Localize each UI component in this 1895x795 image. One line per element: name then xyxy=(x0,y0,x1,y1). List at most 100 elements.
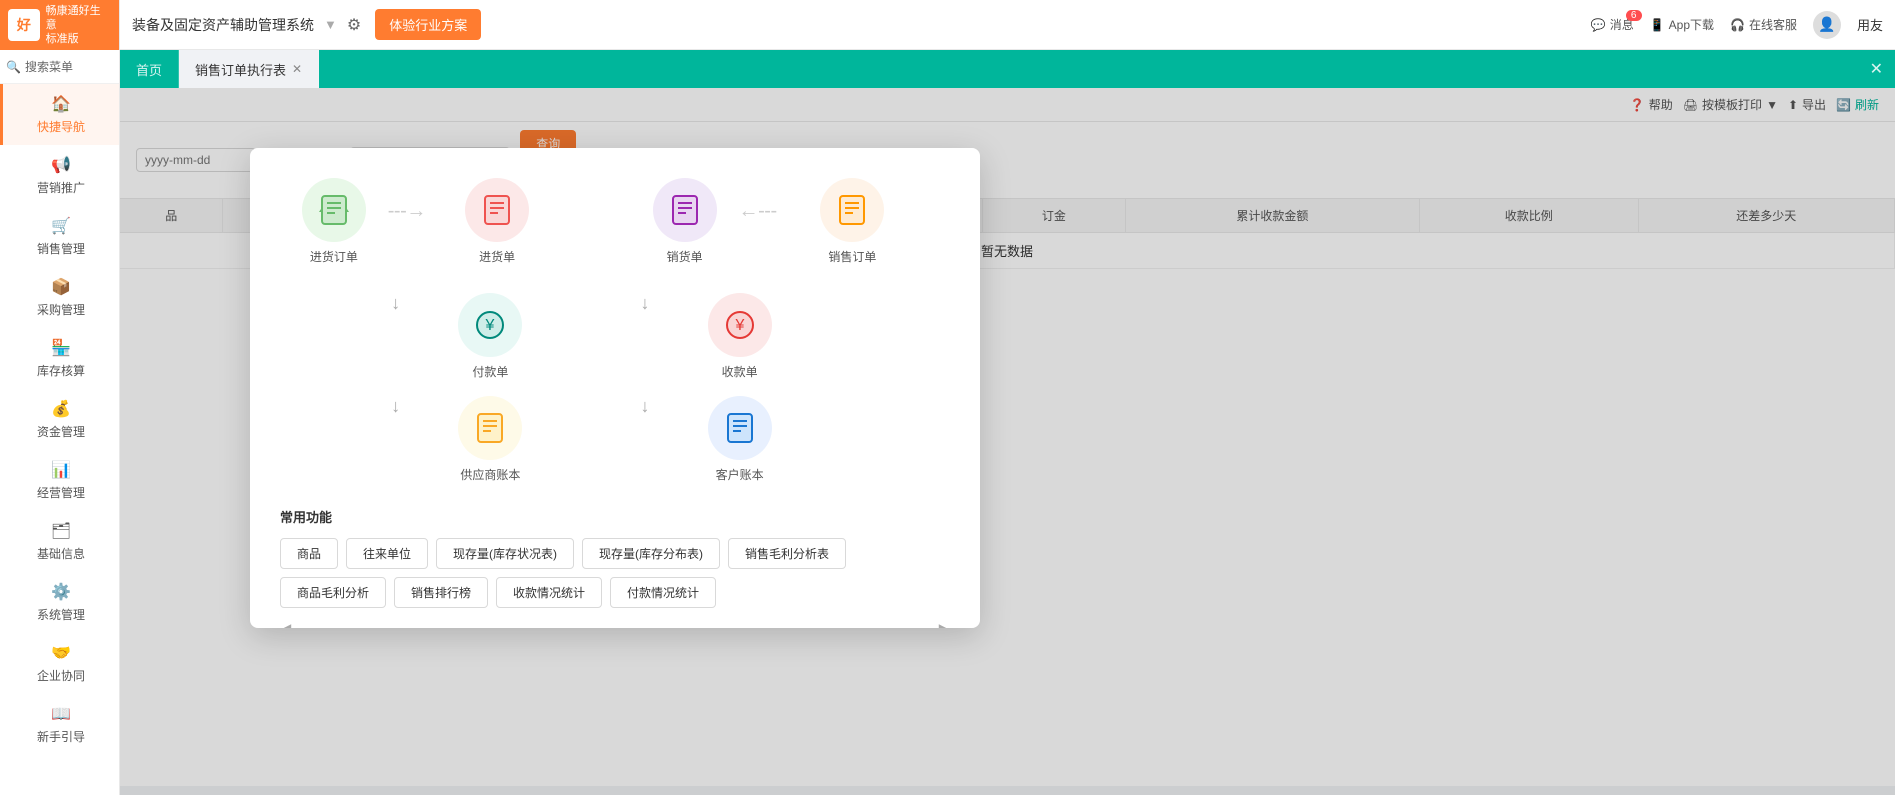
nav-label-finance: 资金管理 xyxy=(37,423,85,440)
wf-sales-order: 销售订单 xyxy=(799,178,907,265)
gear-icon[interactable]: ⚙ xyxy=(347,15,361,35)
tab-sales-order-label: 销售订单执行表 xyxy=(195,60,286,79)
quick-btns: 商品往来单位现存量(库存状况表) 现存量(库存分布表) 销售毛利分析表商品毛利分析销… xyxy=(280,538,950,608)
topbar-actions: 💬 消息 6 📱 App下载 🎧 在线客服 👤 用友 xyxy=(1591,11,1883,39)
payment-label: 付款单 xyxy=(472,363,508,380)
tab-close-icon[interactable]: ✕ xyxy=(292,62,302,76)
sidebar-item-basic[interactable]: 🗂 基础信息 xyxy=(0,511,119,572)
purchase-bill-label: 进货单 xyxy=(479,248,515,265)
customer-ledger-icon xyxy=(708,396,772,460)
nav-label-collab: 企业协同 xyxy=(37,667,85,684)
app-download-btn[interactable]: 📱 App下载 xyxy=(1650,16,1714,33)
nav-label-purchase: 采购管理 xyxy=(37,301,85,318)
svg-text:¥: ¥ xyxy=(485,317,495,334)
message-icon: 💬 xyxy=(1591,18,1606,32)
wf-purchase-bill: 进货单 xyxy=(467,178,527,265)
sidebar-item-operation[interactable]: 📊 经营管理 xyxy=(0,450,119,511)
arrow-po-pb: - - - → xyxy=(388,200,467,223)
app-icon: 📱 xyxy=(1650,18,1665,32)
tabbar-close-btn[interactable]: ✕ xyxy=(1858,50,1895,88)
payment-icon: ¥ xyxy=(458,293,522,357)
nav-label-basic: 基础信息 xyxy=(37,545,85,562)
sidebar-item-system[interactable]: ⚙️ 系统管理 xyxy=(0,572,119,633)
scroll-left-btn[interactable]: ◀ xyxy=(280,621,293,628)
topbar: 装备及固定资产辅助管理系统 ▼ ⚙ 体验行业方案 💬 消息 6 📱 App下载 … xyxy=(120,0,1895,50)
receipt-icon: ¥ xyxy=(708,293,772,357)
wf-supplier-ledger: 供应商账本 xyxy=(448,396,534,483)
nav-icon-operation: 📊 xyxy=(51,460,71,480)
supplier-ledger-icon xyxy=(458,396,522,460)
quick-btn-现存量(库存分布表)[interactable]: 现存量(库存分布表) xyxy=(582,538,720,569)
sidebar-search[interactable]: 🔍 搜索菜单 xyxy=(0,50,119,84)
quick-btn-现存量(库存状况表)[interactable]: 现存量(库存状况表) xyxy=(436,538,574,569)
nav-label-quick: 快捷导航 xyxy=(37,118,85,135)
search-icon: 🔍 xyxy=(6,60,21,74)
sidebar-item-quick[interactable]: 🏠 快捷导航 xyxy=(0,84,119,145)
popup-overlay: 进货订单 - - - → 进货单 xyxy=(120,88,1895,795)
nav-label-marketing: 营销推广 xyxy=(37,179,85,196)
service-btn[interactable]: 🎧 在线客服 xyxy=(1730,16,1797,33)
avatar: 👤 xyxy=(1813,11,1841,39)
wf-receipt: ¥ 收款单 xyxy=(697,293,783,380)
sidebar-logo: 好 畅康通好生意 标准版 xyxy=(0,0,119,50)
sidebar-item-guide[interactable]: 📖新手引导 xyxy=(0,694,119,755)
sidebar-item-collab[interactable]: 🤝 企业协同 xyxy=(0,633,119,694)
sales-order-label: 销售订单 xyxy=(828,248,876,265)
nav-label-system: 系统管理 xyxy=(37,606,85,623)
username[interactable]: 用友 xyxy=(1857,15,1883,34)
wf-payment: ¥ 付款单 xyxy=(448,293,534,380)
sidebar-item-purchase[interactable]: 📦 采购管理 xyxy=(0,267,119,328)
quick-btn-收款情况统计[interactable]: 收款情况统计 xyxy=(496,577,602,608)
scroll-right-btn[interactable]: ▶ xyxy=(937,621,950,628)
nav-icon-inventory: 🏪 xyxy=(51,338,71,358)
quick-btn-商品毛利分析[interactable]: 商品毛利分析 xyxy=(280,577,386,608)
sales-order-icon xyxy=(820,178,884,242)
tab-sales-order[interactable]: 销售订单执行表 ✕ xyxy=(179,50,319,88)
customer-ledger-label: 客户账本 xyxy=(716,466,764,483)
logo-text: 畅康通好生意 标准版 xyxy=(46,4,111,47)
receipt-label: 收款单 xyxy=(722,363,758,380)
nav-label-inventory: 库存核算 xyxy=(37,362,85,379)
message-badge: 6 xyxy=(1626,10,1642,21)
sidebar-item-sales[interactable]: 🛒 销售管理 xyxy=(0,206,119,267)
nav-icon-guide: 📖 xyxy=(51,704,71,724)
sidebar-item-inventory[interactable]: 🏪 库存核算 xyxy=(0,328,119,389)
nav-icon-marketing: 📢 xyxy=(51,155,71,175)
nav-icon-quick: 🏠 xyxy=(51,94,71,114)
nav-label-sales: 销售管理 xyxy=(37,240,85,257)
quick-btn-付款情况统计[interactable]: 付款情况统计 xyxy=(610,577,716,608)
sidebar-item-finance[interactable]: 💰资金管理 xyxy=(0,389,119,450)
sales-bill-label: 销货单 xyxy=(667,248,703,265)
nav-icon-purchase: 📦 xyxy=(51,277,71,297)
dropdown-icon[interactable]: ▼ xyxy=(324,17,337,32)
nav-icon-collab: 🤝 xyxy=(51,643,71,663)
quick-btn-销售毛利分析表[interactable]: 销售毛利分析表 xyxy=(728,538,846,569)
logo-icon: 好 xyxy=(8,9,40,41)
quick-btn-往来单位[interactable]: 往来单位 xyxy=(346,538,428,569)
popup-scrollbar-area: ◀ ▶ xyxy=(280,618,950,628)
nav-icon-system: ⚙️ xyxy=(51,582,71,602)
nav-label-operation: 经营管理 xyxy=(37,484,85,501)
nav-icon-sales: 🛒 xyxy=(51,216,71,236)
content-area: ❓ 帮助 🖨 按模板打印 ▼ ⬆ 导出 🔄 刷新 xyxy=(120,88,1895,795)
section-title: 常用功能 xyxy=(280,507,950,526)
wf-purchase-order: 进货订单 xyxy=(280,178,388,265)
purchase-bill-icon xyxy=(465,178,529,242)
sidebar-nav: 🏠 快捷导航 📢 营销推广 🛒 销售管理 📦 采购管理 🏪 库存核算 💰资金管理 📊 经营管理 🗂 基础信息… xyxy=(0,84,119,795)
tab-home[interactable]: 首页 xyxy=(120,50,179,88)
nav-icon-basic: 🗂 xyxy=(51,521,71,541)
popup: 进货订单 - - - → 进货单 xyxy=(250,148,980,628)
sidebar: 好 畅康通好生意 标准版 🔍 搜索菜单 🏠 快捷导航 📢 营销推广 🛒 销售管理 📦 采购管理… xyxy=(0,0,120,795)
sales-bill-icon xyxy=(653,178,717,242)
user-avatar[interactable]: 👤 xyxy=(1813,11,1841,39)
experience-btn[interactable]: 体验行业方案 xyxy=(375,9,481,40)
quick-btn-商品[interactable]: 商品 xyxy=(280,538,338,569)
message-btn[interactable]: 💬 消息 6 xyxy=(1591,16,1634,33)
sidebar-item-marketing[interactable]: 📢 营销推广 xyxy=(0,145,119,206)
quick-btn-销售排行榜[interactable]: 销售排行榜 xyxy=(394,577,488,608)
svg-text:¥: ¥ xyxy=(734,317,744,334)
purchase-order-icon xyxy=(302,178,366,242)
main-area: 装备及固定资产辅助管理系统 ▼ ⚙ 体验行业方案 💬 消息 6 📱 App下载 … xyxy=(120,0,1895,795)
wf-sales-bill: 销货单 xyxy=(631,178,739,265)
system-title: 装备及固定资产辅助管理系统 xyxy=(132,15,314,35)
